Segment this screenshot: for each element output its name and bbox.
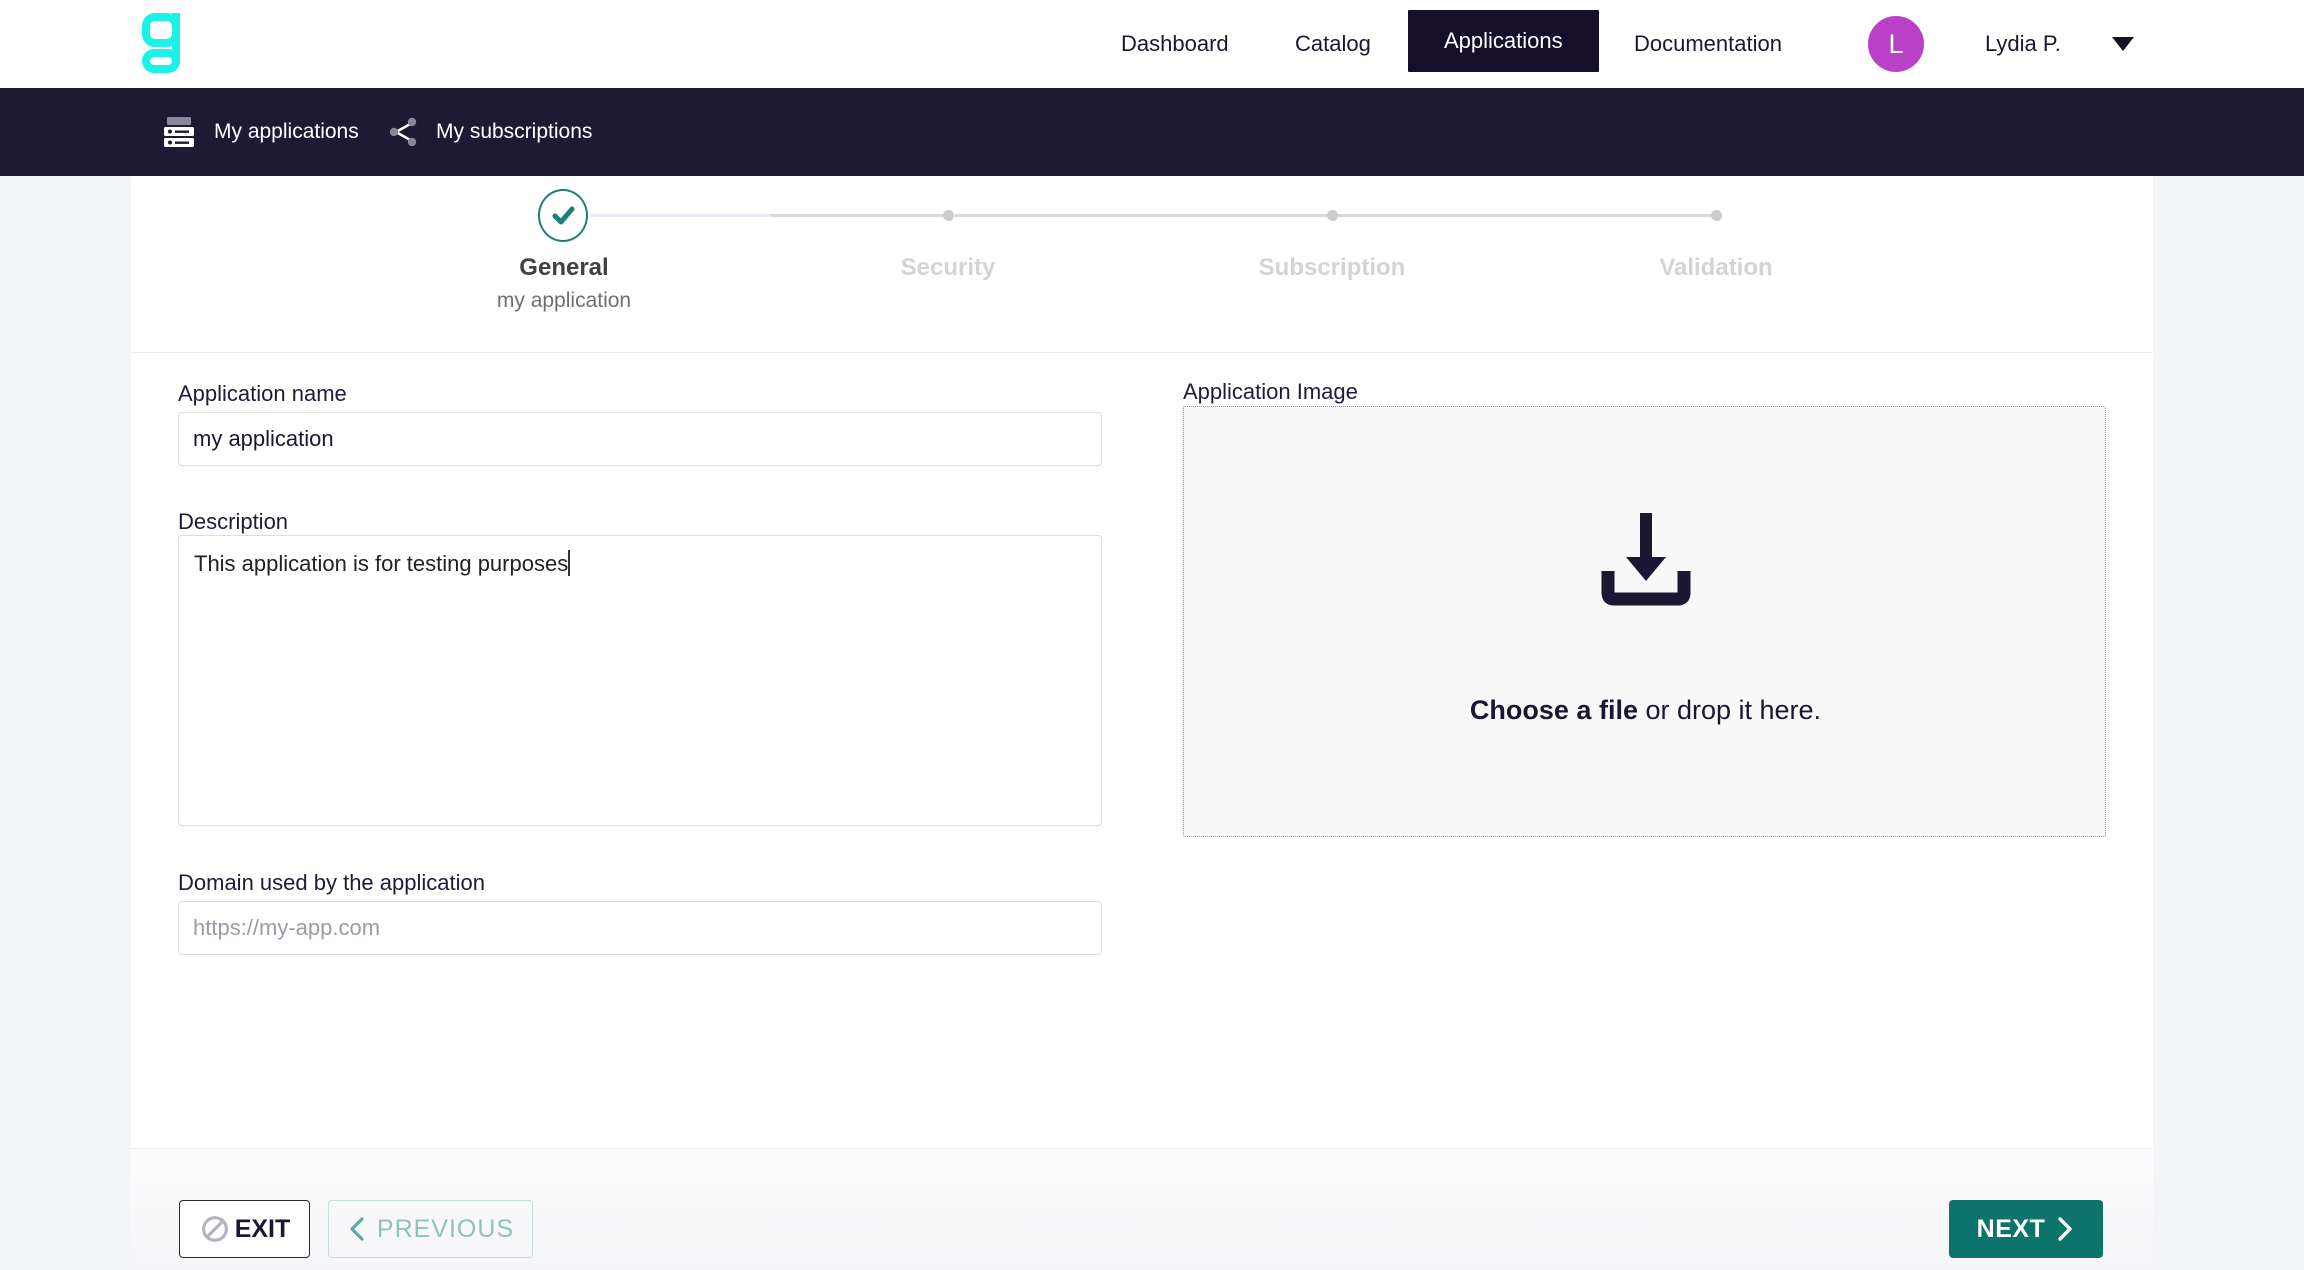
- share-icon: [388, 115, 420, 149]
- step-completed-circle[interactable]: [538, 189, 588, 242]
- step-connector: [771, 214, 943, 217]
- exit-button-label: EXIT: [235, 1215, 291, 1244]
- check-icon: [549, 202, 577, 230]
- step-label-validation: Validation: [1556, 254, 1876, 282]
- wizard-card: General Security Subscription Validation…: [131, 176, 2153, 1270]
- subnav-my-subscriptions[interactable]: My subscriptions: [388, 88, 592, 176]
- brand-logo[interactable]: [138, 9, 188, 75]
- top-header: Dashboard Catalog Applications Documenta…: [0, 0, 2304, 88]
- exit-button[interactable]: EXIT: [179, 1200, 310, 1258]
- step-sublabel-general: my application: [404, 289, 724, 313]
- dropzone-cta[interactable]: Choose a file or drop it here.: [1184, 695, 2107, 726]
- drop-hint: or drop it here.: [1638, 695, 1821, 725]
- next-button-label: NEXT: [1977, 1215, 2046, 1244]
- download-icon: [1590, 505, 1702, 611]
- nav-documentation[interactable]: Documentation: [1634, 0, 1782, 88]
- domain-label: Domain used by the application: [178, 870, 485, 896]
- subnav-my-applications[interactable]: My applications: [160, 88, 359, 176]
- image-dropzone[interactable]: Choose a file or drop it here.: [1183, 406, 2106, 837]
- step-connector: [590, 214, 771, 217]
- secondary-navbar: My applications My subscriptions: [0, 88, 2304, 176]
- subnav-my-subscriptions-label: My subscriptions: [436, 120, 592, 144]
- step-label-subscription: Subscription: [1172, 254, 1492, 282]
- chevron-down-icon[interactable]: [2112, 37, 2134, 51]
- user-name[interactable]: Lydia P.: [1985, 0, 2061, 88]
- wizard-footer: EXIT PREVIOUS NEXT: [131, 1148, 2153, 1270]
- step-connector: [1338, 214, 1711, 217]
- step-dot: [1327, 210, 1338, 221]
- step-label-general: General: [404, 254, 724, 282]
- nav-catalog[interactable]: Catalog: [1295, 0, 1371, 88]
- step-dot: [943, 210, 954, 221]
- previous-button-label: PREVIOUS: [377, 1215, 514, 1244]
- application-image-label: Application Image: [1183, 379, 1358, 405]
- description-textarea[interactable]: This application is for testing purposes: [178, 535, 1102, 826]
- step-label-security: Security: [788, 254, 1108, 282]
- gravitee-logo-icon: [138, 9, 188, 75]
- nav-applications[interactable]: Applications: [1408, 10, 1599, 72]
- nav-dashboard[interactable]: Dashboard: [1121, 0, 1229, 88]
- applications-stack-icon: [160, 115, 198, 149]
- domain-input[interactable]: [178, 901, 1102, 955]
- avatar[interactable]: L: [1868, 16, 1924, 72]
- wizard-stepper: General Security Subscription Validation…: [131, 176, 2153, 353]
- text-cursor: [568, 550, 570, 576]
- subnav-my-applications-label: My applications: [214, 120, 359, 144]
- application-name-label: Application name: [178, 381, 347, 407]
- ban-icon: [199, 1213, 231, 1245]
- chevron-right-icon: [2055, 1216, 2075, 1242]
- step-connector: [955, 214, 1327, 217]
- application-name-input[interactable]: [178, 412, 1102, 466]
- step-dot: [1711, 210, 1722, 221]
- chevron-left-icon: [347, 1216, 367, 1242]
- description-text: This application is for testing purposes: [194, 551, 568, 576]
- description-label: Description: [178, 509, 288, 535]
- previous-button[interactable]: PREVIOUS: [328, 1200, 533, 1258]
- next-button[interactable]: NEXT: [1949, 1200, 2103, 1258]
- choose-file-link[interactable]: Choose a file: [1470, 695, 1638, 725]
